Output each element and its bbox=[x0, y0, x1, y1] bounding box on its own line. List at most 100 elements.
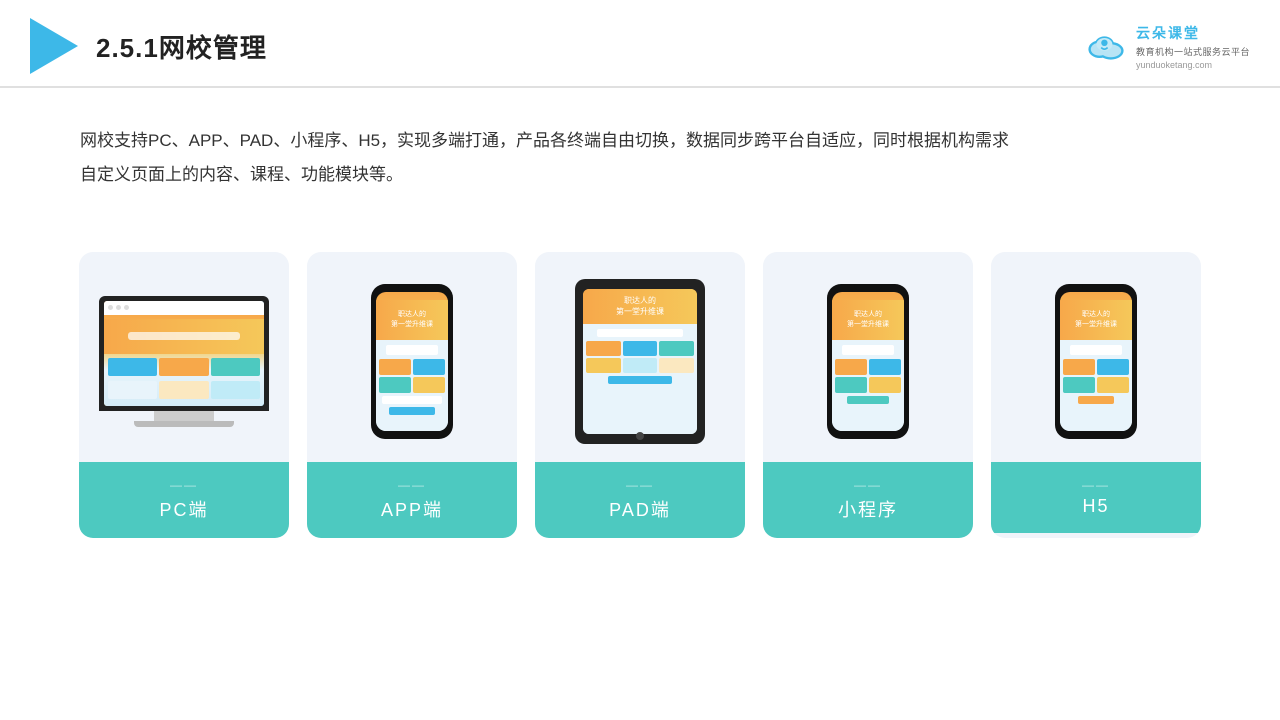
pc-grid-6 bbox=[211, 381, 260, 399]
h5-hero-text: 职达人的第一堂升维课 bbox=[1075, 310, 1117, 328]
miniapp-phone-notch bbox=[854, 284, 882, 291]
card-h5: 职达人的第一堂升维课 bbox=[991, 252, 1201, 538]
h5-g1 bbox=[1063, 359, 1095, 375]
pc-screen-content bbox=[104, 315, 264, 406]
cards-container: PC端 职达人的第一堂升维课 bbox=[0, 212, 1280, 568]
h5-image-area: 职达人的第一堂升维课 bbox=[991, 252, 1201, 462]
h5-g2 bbox=[1097, 359, 1129, 375]
h5-phone-screen: 职达人的第一堂升维课 bbox=[1060, 292, 1132, 431]
app-g4 bbox=[413, 377, 445, 393]
pad-g6 bbox=[659, 358, 694, 373]
pad-line-1 bbox=[597, 329, 683, 337]
cloud-icon bbox=[1082, 30, 1130, 62]
page-title: 2.5.1网校管理 bbox=[96, 28, 267, 65]
header-left: 2.5.1网校管理 bbox=[30, 18, 267, 74]
app-content-line-3 bbox=[389, 407, 435, 415]
mini-g4 bbox=[869, 377, 901, 393]
pc-base bbox=[134, 421, 234, 427]
pad-tablet-mockup: 职达人的第一堂升维课 bbox=[575, 279, 705, 444]
pad-g2 bbox=[623, 341, 658, 356]
card-label-pad: PAD端 bbox=[535, 462, 745, 538]
miniapp-phone-top: 职达人的第一堂升维课 bbox=[832, 300, 904, 340]
miniapp-phone-mockup: 职达人的第一堂升维课 bbox=[827, 284, 909, 439]
pad-g5 bbox=[623, 358, 658, 373]
pad-g1 bbox=[586, 341, 621, 356]
pad-screen-top: 职达人的第一堂升维课 bbox=[583, 289, 697, 324]
pc-grid-4 bbox=[108, 381, 157, 399]
app-content-line-2 bbox=[382, 396, 441, 404]
h5-cta bbox=[1078, 396, 1114, 404]
brand-slogan: 教育机构一站式服务云平台 bbox=[1136, 45, 1250, 58]
card-app: 职达人的第一堂升维课 bbox=[307, 252, 517, 538]
card-label-miniapp: 小程序 bbox=[763, 462, 973, 538]
h5-g4 bbox=[1097, 377, 1129, 393]
logo-icon bbox=[30, 18, 78, 74]
brand-name: 云朵课堂 bbox=[1136, 23, 1200, 43]
brand-url: yunduoketang.com bbox=[1136, 60, 1212, 70]
pad-tablet-outer: 职达人的第一堂升维课 bbox=[575, 279, 705, 444]
h5-phone-notch bbox=[1082, 284, 1110, 291]
pad-hero-text: 职达人的第一堂升维课 bbox=[616, 295, 664, 317]
miniapp-image-area: 职达人的第一堂升维课 bbox=[763, 252, 973, 462]
app-content-grid bbox=[379, 359, 445, 393]
pad-tablet-screen: 职达人的第一堂升维课 bbox=[583, 289, 697, 434]
pad-line-2 bbox=[608, 376, 673, 384]
pad-g4 bbox=[586, 358, 621, 373]
miniapp-hero-text: 职达人的第一堂升维课 bbox=[847, 310, 889, 328]
h5-phone-outer: 职达人的第一堂升维课 bbox=[1055, 284, 1137, 439]
header: 2.5.1网校管理 云朵课堂 教育机构一站式服务云平台 yunduoketang… bbox=[0, 0, 1280, 88]
app-phone-top: 职达人的第一堂升维课 bbox=[376, 300, 448, 340]
app-content-line-1 bbox=[386, 345, 439, 355]
app-phone-content bbox=[376, 340, 448, 431]
pad-g3 bbox=[659, 341, 694, 356]
miniapp-grid bbox=[835, 359, 901, 393]
miniapp-phone-outer: 职达人的第一堂升维课 bbox=[827, 284, 909, 439]
card-miniapp: 职达人的第一堂升维课 bbox=[763, 252, 973, 538]
app-phone-screen: 职达人的第一堂升维课 bbox=[376, 292, 448, 431]
pc-dot-3 bbox=[124, 305, 129, 310]
h5-content bbox=[1060, 340, 1132, 431]
app-phone-notch bbox=[398, 284, 426, 291]
pc-grid-2 bbox=[159, 358, 208, 376]
h5-grid bbox=[1063, 359, 1129, 393]
card-label-h5: H5 bbox=[991, 462, 1201, 533]
mini-g1 bbox=[835, 359, 867, 375]
card-pad: 职达人的第一堂升维课 bbox=[535, 252, 745, 538]
h5-g3 bbox=[1063, 377, 1095, 393]
pc-stand bbox=[154, 411, 214, 421]
app-g2 bbox=[413, 359, 445, 375]
h5-line-1 bbox=[1070, 345, 1123, 355]
app-image-area: 职达人的第一堂升维课 bbox=[307, 252, 517, 462]
miniapp-cta bbox=[847, 396, 890, 404]
pc-screen-bar bbox=[104, 301, 264, 315]
app-g3 bbox=[379, 377, 411, 393]
h5-phone-mockup: 职达人的第一堂升维课 bbox=[1055, 284, 1137, 439]
pc-grid-5 bbox=[159, 381, 208, 399]
miniapp-line-1 bbox=[842, 345, 895, 355]
pc-hero-line bbox=[128, 332, 240, 340]
pc-screen-outer bbox=[99, 296, 269, 411]
app-phone-outer: 职达人的第一堂升维课 bbox=[371, 284, 453, 439]
pc-mockup bbox=[99, 296, 269, 427]
pc-grid bbox=[104, 354, 264, 406]
description-text: 网校支持PC、APP、PAD、小程序、H5，实现多端打通，产品各终端自由切换，数… bbox=[0, 88, 1100, 202]
pc-grid-3 bbox=[211, 358, 260, 376]
app-phone-hero-text: 职达人的第一堂升维课 bbox=[391, 310, 433, 328]
mini-g2 bbox=[869, 359, 901, 375]
card-pc: PC端 bbox=[79, 252, 289, 538]
app-phone-mockup: 职达人的第一堂升维课 bbox=[371, 284, 453, 439]
pc-screen-inner bbox=[104, 301, 264, 406]
card-label-app: APP端 bbox=[307, 462, 517, 538]
pc-dot-1 bbox=[108, 305, 113, 310]
mini-g3 bbox=[835, 377, 867, 393]
miniapp-phone-screen: 职达人的第一堂升维课 bbox=[832, 292, 904, 431]
pad-home-btn bbox=[636, 432, 644, 440]
pc-image-area bbox=[79, 252, 289, 462]
pc-grid-1 bbox=[108, 358, 157, 376]
pad-image-area: 职达人的第一堂升维课 bbox=[535, 252, 745, 462]
header-right: 云朵课堂 教育机构一站式服务云平台 yunduoketang.com bbox=[1082, 23, 1250, 70]
card-label-pc: PC端 bbox=[79, 462, 289, 538]
pad-screen-content bbox=[583, 324, 697, 434]
miniapp-content bbox=[832, 340, 904, 431]
pc-hero-banner bbox=[104, 319, 264, 354]
